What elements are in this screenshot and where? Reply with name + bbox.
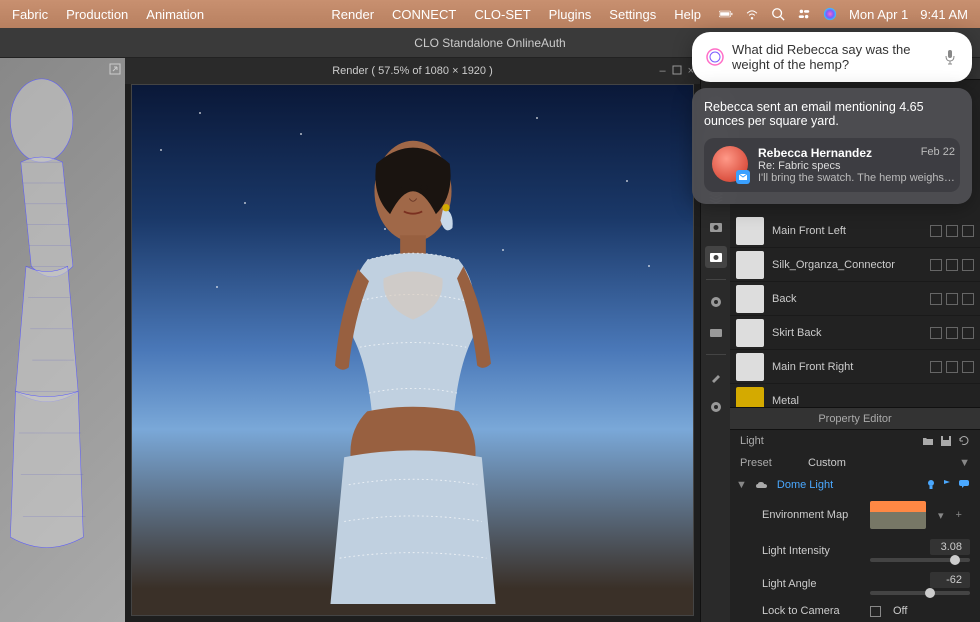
mic-icon[interactable] [942, 49, 958, 65]
menubar-time[interactable]: 9:41 AM [920, 7, 968, 22]
object-swatch [736, 217, 764, 245]
menu-connect[interactable]: CONNECT [392, 7, 456, 22]
flag-icon[interactable] [942, 479, 952, 491]
card-name: Rebecca Hernandez [758, 146, 872, 160]
assistant-overlay: What did Rebecca say was the weight of t… [692, 32, 972, 204]
mac-menubar: Fabric Production Animation Render CONNE… [0, 0, 980, 28]
render-title: Render ( 57.5% of 1080 × 1920 ) [332, 65, 493, 77]
avatar [712, 146, 748, 182]
render-viewport[interactable] [131, 84, 694, 616]
wireframe-panel [0, 58, 125, 622]
tool-gear2[interactable] [705, 396, 727, 418]
object-actions[interactable] [930, 225, 974, 237]
light-angle-slider[interactable] [870, 591, 970, 595]
search-icon[interactable] [771, 7, 785, 21]
property-editor-header: Property Editor [730, 408, 980, 430]
object-swatch [736, 387, 764, 408]
lock-camera-value: Off [893, 605, 907, 617]
save-icon[interactable] [940, 435, 952, 447]
chat-icon[interactable] [958, 479, 970, 489]
siri-icon[interactable] [823, 7, 837, 21]
object-label: Main Front Left [772, 225, 922, 237]
folder-icon[interactable] [922, 435, 934, 447]
reset-icon[interactable] [958, 435, 970, 447]
object-swatch [736, 353, 764, 381]
assistant-query-bubble[interactable]: What did Rebecca say was the weight of t… [692, 32, 972, 82]
menu-animation[interactable]: Animation [146, 7, 204, 22]
mail-icon [736, 170, 750, 184]
object-actions[interactable] [930, 259, 974, 271]
menu-render[interactable]: Render [331, 7, 374, 22]
light-intensity-label: Light Intensity [762, 545, 862, 557]
light-angle-value[interactable]: -62 [930, 572, 970, 588]
menu-production[interactable]: Production [66, 7, 128, 22]
object-label: Skirt Back [772, 327, 922, 339]
object-item[interactable]: Main Front Right [730, 350, 980, 384]
assistant-query-text: What did Rebecca say was the weight of t… [732, 42, 934, 72]
env-map-thumbnail[interactable] [870, 501, 926, 529]
menu-closet[interactable]: CLO-SET [474, 7, 530, 22]
menu-settings[interactable]: Settings [609, 7, 656, 22]
object-label: Back [772, 293, 922, 305]
tool-settings-camera[interactable] [705, 321, 727, 343]
assistant-email-card[interactable]: Rebecca Hernandez Feb 22 Re: Fabric spec… [704, 138, 960, 192]
popout-icon[interactable] [672, 65, 682, 78]
dome-light-label[interactable]: Dome Light [777, 479, 833, 491]
bulb-icon[interactable] [926, 479, 936, 491]
object-item[interactable]: Main Front Left [730, 214, 980, 248]
window-title: CLO Standalone OnlineAuth [414, 36, 565, 50]
lock-camera-label: Lock to Camera [762, 605, 862, 617]
render-panel: Render ( 57.5% of 1080 × 1920 ) – × [125, 58, 700, 622]
card-subject: Re: Fabric specs [758, 160, 955, 172]
card-date: Feb 22 [921, 146, 955, 160]
chevron-down-icon[interactable]: ▼ [959, 457, 970, 469]
object-label: Main Front Right [772, 361, 922, 373]
object-label: Metal [772, 395, 974, 407]
object-swatch [736, 251, 764, 279]
add-icon[interactable]: + [956, 509, 962, 521]
object-swatch [736, 319, 764, 347]
preset-label: Preset [740, 457, 800, 469]
wireframe-figure [0, 58, 125, 622]
control-center-icon[interactable] [797, 7, 811, 21]
rendered-figure [244, 127, 581, 604]
preset-dropdown[interactable]: Custom [808, 457, 951, 469]
wifi-icon[interactable] [745, 7, 759, 21]
property-editor: Property Editor Light Preset Custom ▼ ▼ … [730, 407, 980, 622]
lock-camera-checkbox[interactable] [870, 606, 881, 617]
object-item[interactable]: Skirt Back [730, 316, 980, 350]
object-item[interactable]: Metal [730, 384, 980, 407]
assistant-answer-text: Rebecca sent an email mentioning 4.65 ou… [704, 100, 960, 128]
object-actions[interactable] [930, 361, 974, 373]
tool-snapshot[interactable] [705, 216, 727, 238]
battery-icon [719, 7, 733, 21]
chevron-down-icon[interactable]: ▼ [736, 479, 747, 491]
cloud-icon [755, 480, 769, 490]
light-label: Light [740, 435, 800, 447]
menu-plugins[interactable]: Plugins [549, 7, 592, 22]
object-actions[interactable] [930, 293, 974, 305]
menu-fabric[interactable]: Fabric [12, 7, 48, 22]
chevron-down-icon[interactable]: ▾ [938, 509, 944, 522]
object-item[interactable]: Silk_Organza_Connector [730, 248, 980, 282]
tool-sparkle[interactable] [705, 366, 727, 388]
light-intensity-value[interactable]: 3.08 [930, 539, 970, 555]
light-intensity-slider[interactable] [870, 558, 970, 562]
object-swatch [736, 285, 764, 313]
menubar-date[interactable]: Mon Apr 1 [849, 7, 908, 22]
minimize-icon[interactable]: – [659, 65, 665, 78]
render-header: Render ( 57.5% of 1080 × 1920 ) – × [125, 58, 700, 84]
object-actions[interactable] [930, 327, 974, 339]
siri-icon [706, 48, 724, 66]
light-angle-label: Light Angle [762, 578, 862, 590]
tool-snapshot-active[interactable] [705, 246, 727, 268]
assistant-answer-panel: Rebecca sent an email mentioning 4.65 ou… [692, 88, 972, 204]
card-snippet: I'll bring the swatch. The hemp weighs… [758, 172, 955, 184]
env-map-label: Environment Map [762, 509, 862, 521]
object-item[interactable]: Back [730, 282, 980, 316]
tool-gear[interactable] [705, 291, 727, 313]
menu-help[interactable]: Help [674, 7, 701, 22]
object-label: Silk_Organza_Connector [772, 259, 922, 271]
